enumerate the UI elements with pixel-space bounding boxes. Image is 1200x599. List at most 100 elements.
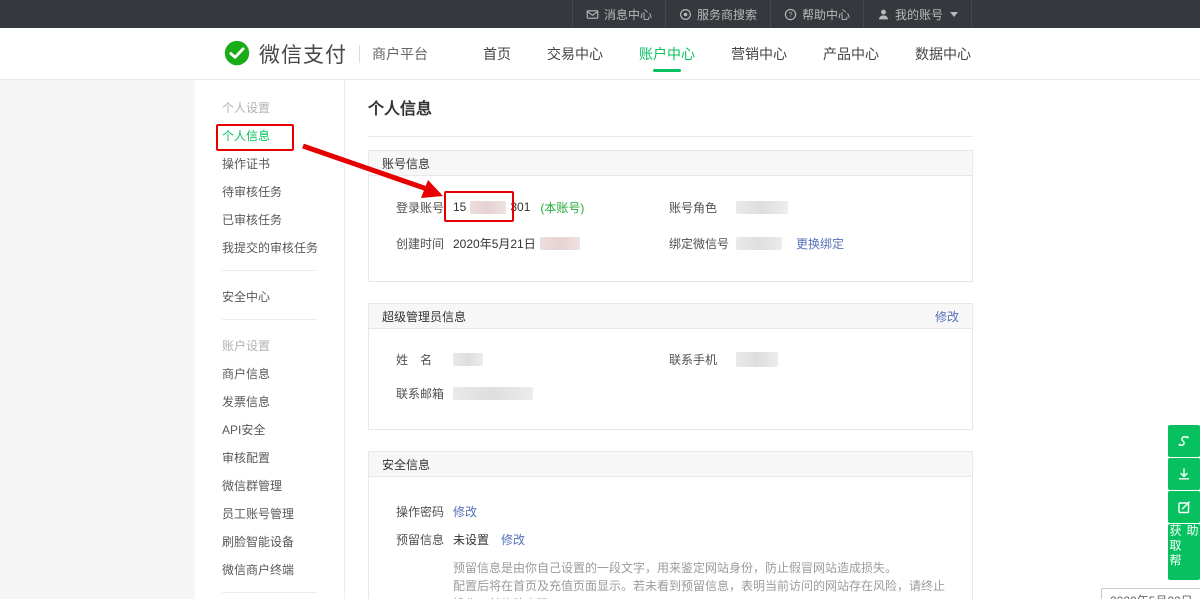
modify-password-link[interactable]: 修改 [453, 503, 477, 520]
nav-marketing-center[interactable]: 营销中心 [729, 29, 789, 79]
security-info-card: 安全信息 操作密码 修改 预留信息 未设置 修改 [368, 451, 973, 599]
nav-account-center[interactable]: 账户中心 [637, 29, 697, 79]
brand-name: 微信支付 [259, 39, 347, 69]
brand-divider [359, 45, 360, 63]
left-gray-strip [0, 80, 195, 599]
sidebar-item-invoice-info[interactable]: 发票信息 [222, 388, 344, 416]
sidebar-item-api-security[interactable]: API安全 [222, 416, 344, 444]
login-account-suffix: 301 [510, 200, 530, 214]
contact-phone-value [736, 352, 972, 367]
title-divider [368, 136, 973, 137]
redacted-created-time [540, 237, 580, 250]
main-content: 个人信息 账号信息 登录账号 15 301 (本账号) [368, 80, 973, 599]
sidebar-item-wechat-group-management[interactable]: 微信群管理 [222, 472, 344, 500]
redacted-phone [736, 352, 778, 367]
topbar-item-label: 我的账号 [895, 6, 943, 23]
card-title: 超级管理员信息 [382, 308, 466, 325]
sidebar-item-staff-account-management[interactable]: 员工账号管理 [222, 500, 344, 528]
card-title: 账号信息 [382, 155, 430, 172]
nav-product-center[interactable]: 产品中心 [821, 29, 881, 79]
security-info-card-header: 安全信息 [368, 451, 973, 477]
contact-phone-label: 联系手机 [669, 351, 736, 368]
sidebar-header-account-settings: 账户设置 [222, 332, 344, 360]
bound-wechat-value: 更换绑定 [736, 235, 972, 252]
download-icon [1176, 466, 1192, 482]
account-row-1: 登录账号 15 301 (本账号) 账号角色 [396, 193, 972, 221]
account-row-2: 创建时间 2020年5月21日 绑定微信号 更换绑定 [396, 229, 972, 257]
page-title: 个人信息 [368, 95, 973, 119]
svg-text:?: ? [789, 11, 793, 18]
topbar-menu: 消息中心 服务商搜索 ? 帮助中心 我的账号 [572, 0, 972, 28]
account-info-card: 账号信息 登录账号 15 301 (本账号) 账号角色 [368, 150, 973, 282]
brand-platform-label: 商户平台 [372, 44, 428, 64]
sidebar: 个人设置 个人信息 操作证书 待审核任务 已审核任务 我提交的审核任务 安全中心… [195, 80, 345, 599]
question-icon: ? [784, 8, 797, 21]
topbar-item-label: 服务商搜索 [697, 6, 757, 23]
nav-home[interactable]: 首页 [481, 29, 513, 79]
admin-row-2: 联系邮箱 [396, 379, 972, 407]
floating-help-bar: 获取帮助 [1168, 425, 1200, 580]
topbar-item-label: 帮助中心 [802, 6, 850, 23]
desc-line-1: 预留信息是由你自己设置的一段文字，用来鉴定网站身份，防止假冒网站造成损失。 [453, 559, 952, 577]
topbar-message-center[interactable]: 消息中心 [572, 0, 665, 28]
modify-admin-link[interactable]: 修改 [935, 308, 959, 325]
redacted-account-role [736, 201, 788, 214]
security-info-card-body: 操作密码 修改 预留信息 未设置 修改 预留信息是由你自己设置的一段文字，用 [368, 477, 973, 599]
nav-data-center[interactable]: 数据中心 [913, 29, 973, 79]
topbar-help-center[interactable]: ? 帮助中心 [770, 0, 863, 28]
account-info-card-body: 登录账号 15 301 (本账号) 账号角色 创建时间 [368, 176, 973, 282]
redacted-name [453, 353, 483, 366]
redacted-wechat-id [736, 237, 782, 250]
sidebar-item-face-payment-devices[interactable]: 刷脸智能设备 [222, 528, 344, 556]
sidebar-header-personal-settings: 个人设置 [222, 94, 344, 122]
sidebar-item-pending-review-tasks[interactable]: 待审核任务 [222, 178, 344, 206]
topbar-my-account[interactable]: 我的账号 [863, 0, 972, 28]
mail-icon [586, 8, 599, 21]
topbar-item-label: 消息中心 [604, 6, 652, 23]
sidebar-divider [222, 270, 317, 271]
sidebar-item-wechat-merchant-terminal[interactable]: 微信商户终端 [222, 556, 344, 584]
card-title: 安全信息 [382, 456, 430, 473]
change-binding-link[interactable]: 更换绑定 [796, 235, 844, 252]
reserve-info-row: 预留信息 未设置 修改 [396, 525, 972, 553]
super-admin-card-header: 超级管理员信息 修改 [368, 303, 973, 329]
reserve-info-description: 预留信息是由你自己设置的一段文字，用来鉴定网站身份，防止假冒网站造成损失。 配置… [453, 559, 952, 599]
sidebar-item-merchant-info[interactable]: 商户信息 [222, 360, 344, 388]
bound-wechat-label: 绑定微信号 [669, 235, 736, 252]
sidebar-divider [222, 592, 317, 593]
user-icon [877, 8, 890, 21]
account-role-value [736, 201, 972, 214]
sidebar-item-personal-info[interactable]: 个人信息 [222, 122, 344, 150]
desc-line-2: 配置后将在首页及充值页面显示。若未看到预留信息，表明当前访问的网站存在风险，请终… [453, 577, 952, 599]
search-icon [679, 8, 692, 21]
sidebar-item-reviewed-tasks[interactable]: 已审核任务 [222, 206, 344, 234]
page-body: 个人设置 个人信息 操作证书 待审核任务 已审核任务 我提交的审核任务 安全中心… [0, 80, 1200, 599]
reserve-info-label: 预留信息 [396, 531, 453, 548]
reserve-info-value: 未设置 修改 [453, 531, 972, 548]
nav-transaction-center[interactable]: 交易中心 [545, 29, 605, 79]
created-time-label: 创建时间 [396, 235, 453, 252]
sidebar-item-security-center[interactable]: 安全中心 [222, 283, 344, 311]
download-button[interactable] [1168, 458, 1200, 490]
feedback-button[interactable] [1168, 491, 1200, 523]
get-help-button[interactable]: 获取帮助 [1168, 524, 1200, 580]
sidebar-item-my-submitted-tasks[interactable]: 我提交的审核任务 [222, 234, 344, 262]
sidebar-item-operation-certificate[interactable]: 操作证书 [222, 150, 344, 178]
modify-reserve-link[interactable]: 修改 [501, 531, 525, 548]
link-icon [1176, 433, 1192, 449]
name-value [453, 353, 669, 366]
created-time-value: 2020年5月21日 [453, 235, 669, 252]
reserve-info-status: 未设置 [453, 531, 489, 548]
login-account-label: 登录账号 [396, 199, 453, 216]
brand: 微信支付 商户平台 [222, 28, 428, 80]
sidebar-item-review-config[interactable]: 审核配置 [222, 444, 344, 472]
operation-password-row: 操作密码 修改 [396, 497, 972, 525]
operation-password-value: 修改 [453, 503, 972, 520]
topbar-service-provider-search[interactable]: 服务商搜索 [665, 0, 770, 28]
topbar: 消息中心 服务商搜索 ? 帮助中心 我的账号 [0, 0, 1200, 28]
contact-email-value [453, 387, 669, 400]
chevron-down-icon [950, 12, 958, 17]
current-account-tag: (本账号) [540, 199, 584, 216]
quick-link-button[interactable] [1168, 425, 1200, 457]
super-admin-card-body: 姓 名 联系手机 联系邮箱 [368, 329, 973, 430]
